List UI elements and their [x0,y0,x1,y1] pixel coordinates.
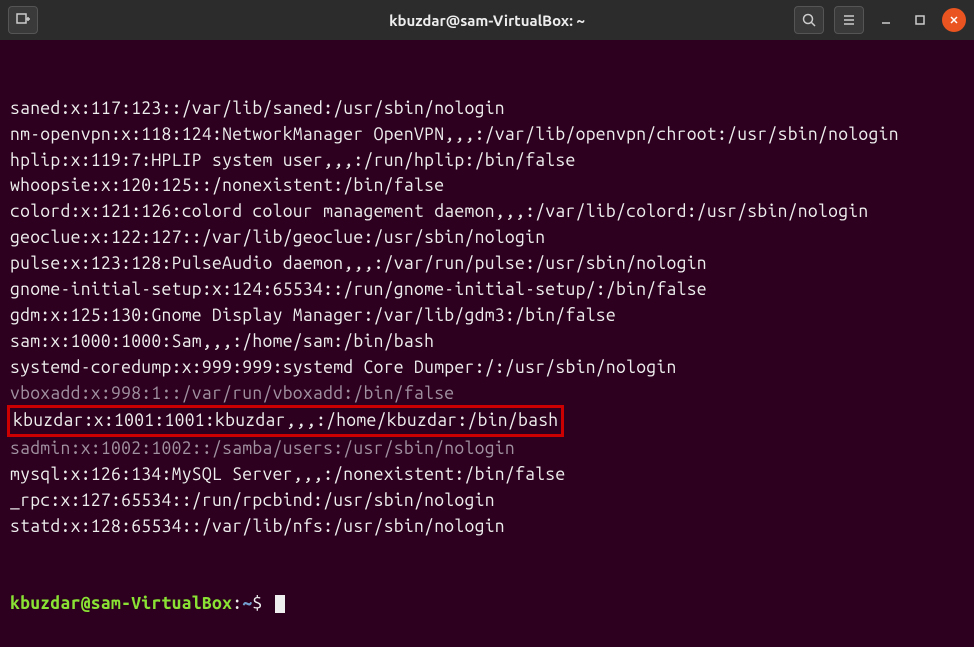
maximize-icon [913,13,927,27]
close-icon [948,14,960,26]
prompt-sigil: $ [252,594,262,613]
search-button[interactable] [794,6,824,34]
minimize-button[interactable] [874,8,898,32]
minimize-icon [879,13,893,27]
terminal-line: statd:x:128:65534::/var/lib/nfs:/usr/sbi… [10,514,964,540]
terminal-line: nm-openvpn:x:118:124:NetworkManager Open… [10,122,964,148]
prompt-user-host: kbuzdar@sam-VirtualBox [10,594,232,613]
terminal-line: pulse:x:123:128:PulseAudio daemon,,,:/va… [10,251,964,277]
new-tab-button[interactable] [8,6,38,34]
prompt-colon: : [232,594,242,613]
terminal-line: saned:x:117:123::/var/lib/saned:/usr/sbi… [10,96,964,122]
close-button[interactable] [942,8,966,32]
terminal-line: gdm:x:125:130:Gnome Display Manager:/var… [10,303,964,329]
menu-button[interactable] [834,6,864,34]
terminal-line: kbuzdar:x:1001:1001:kbuzdar,,,:/home/kbu… [10,406,964,436]
terminal-line: sadmin:x:1002:1002::/samba/users:/usr/sb… [10,436,964,462]
terminal-line: _rpc:x:127:65534::/run/rpcbind:/usr/sbin… [10,488,964,514]
terminal-line: colord:x:121:126:colord colour managemen… [10,199,964,225]
terminal-line: geoclue:x:122:127::/var/lib/geoclue:/usr… [10,225,964,251]
prompt-path: ~ [242,594,252,613]
new-tab-icon [15,12,31,28]
terminal-line: vboxadd:x:998:1::/var/run/vboxadd:/bin/f… [10,381,964,407]
maximize-button[interactable] [908,8,932,32]
titlebar-left [8,6,38,34]
window-title: kbuzdar@sam-VirtualBox: ~ [389,12,585,29]
prompt-line: kbuzdar@sam-VirtualBox:~$ [10,591,964,617]
terminal-line: sam:x:1000:1000:Sam,,,:/home/sam:/bin/ba… [10,329,964,355]
terminal-line: whoopsie:x:120:125::/nonexistent:/bin/fa… [10,173,964,199]
terminal-line: systemd-coredump:x:999:999:systemd Core … [10,355,964,381]
titlebar-right [794,6,966,34]
window-titlebar: kbuzdar@sam-VirtualBox: ~ [0,0,974,40]
highlighted-entry: kbuzdar:x:1001:1001:kbuzdar,,,:/home/kbu… [7,405,564,437]
terminal-line: gnome-initial-setup:x:124:65534::/run/gn… [10,277,964,303]
terminal-output[interactable]: saned:x:117:123::/var/lib/saned:/usr/sbi… [0,40,974,647]
terminal-line: mysql:x:126:134:MySQL Server,,,:/nonexis… [10,462,964,488]
cursor [275,595,285,613]
search-icon [801,12,817,28]
terminal-line: hplip:x:119:7:HPLIP system user,,,:/run/… [10,148,964,174]
hamburger-icon [841,12,857,28]
